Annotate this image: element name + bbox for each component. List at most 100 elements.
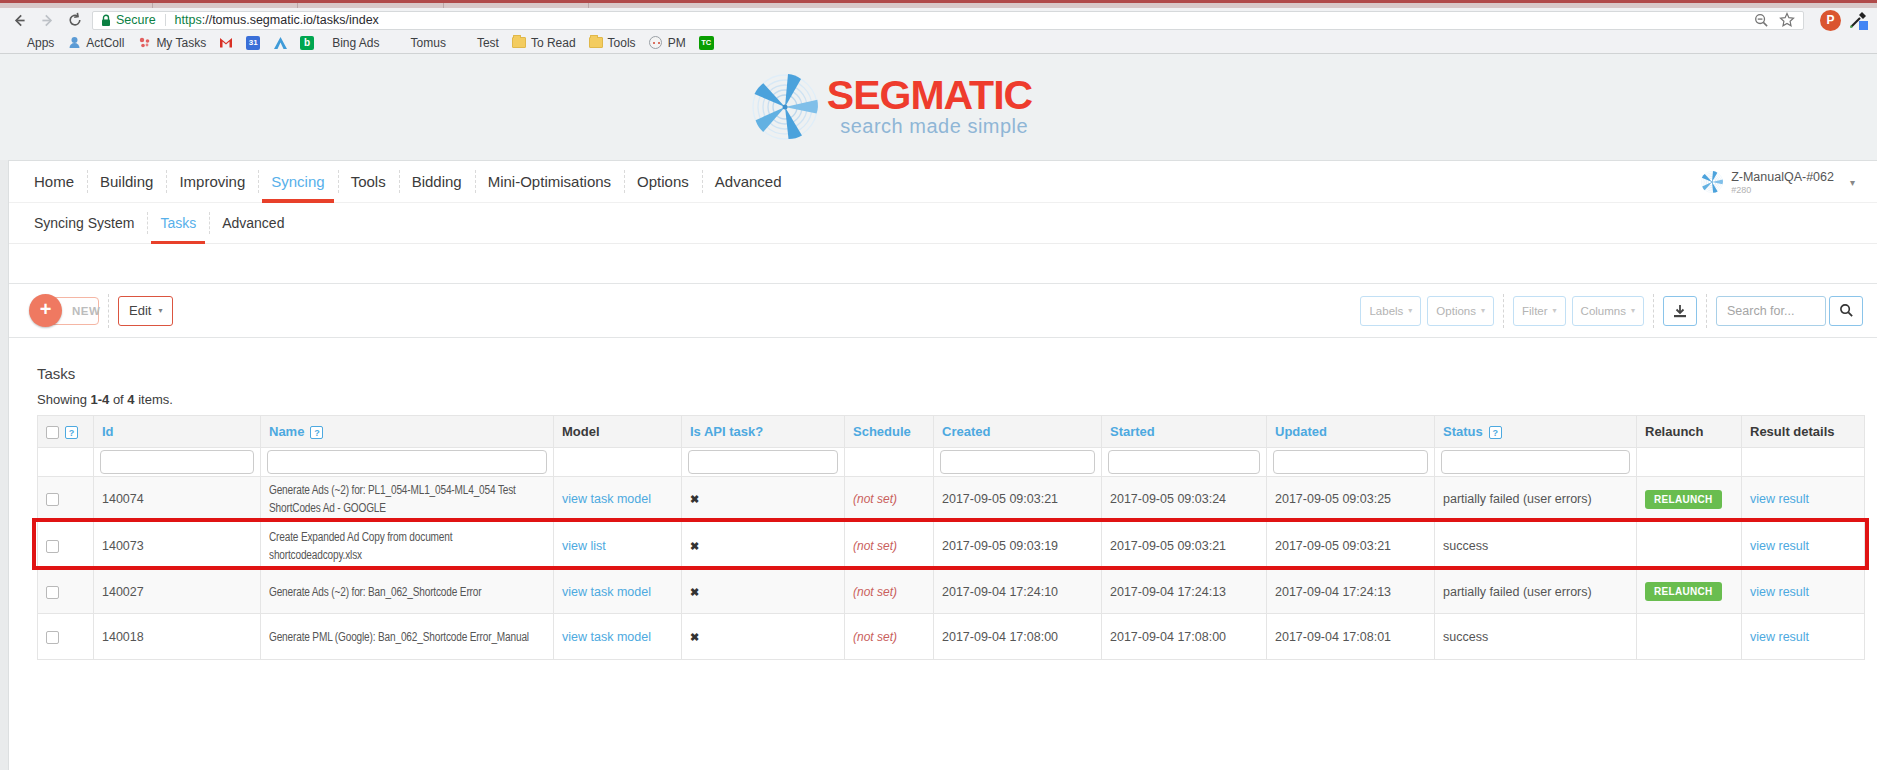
column-header-updated[interactable]: Updated	[1275, 424, 1327, 439]
column-header-status[interactable]: Status	[1443, 424, 1483, 439]
search-icon	[1839, 303, 1854, 318]
nav-tab-home[interactable]: Home	[21, 161, 87, 202]
nav-tab-building[interactable]: Building	[87, 161, 166, 202]
select-all-checkbox[interactable]	[46, 426, 59, 439]
task-row-140074[interactable]: 140074Generate Ads (~2) for: PL1_054-ML1…	[38, 477, 1865, 522]
bookmark-item[interactable]: 31	[246, 36, 260, 50]
column-header-started[interactable]: Started	[1110, 424, 1155, 439]
filter-input-api[interactable]	[688, 450, 838, 474]
filter-input-status[interactable]	[1441, 450, 1630, 474]
segmatic-logo[interactable]: SEGMATIC search made simple	[749, 71, 1032, 143]
column-header-created[interactable]: Created	[942, 424, 990, 439]
bookmark-item[interactable]: Apps	[8, 36, 54, 50]
address-bar[interactable]: Secure https://tomus.segmatic.io/tasks/i…	[92, 11, 1804, 30]
url-text: https://tomus.segmatic.io/tasks/index	[175, 13, 379, 27]
caret-down-icon: ▾	[158, 306, 162, 315]
columns-button[interactable]: Columns▾	[1572, 296, 1644, 326]
eyedropper-extension-icon[interactable]	[1847, 10, 1869, 30]
bookmark-item[interactable]: Tools	[589, 36, 636, 50]
bookmark-item[interactable]: PM	[649, 36, 686, 50]
relaunch-button[interactable]: RELAUNCH	[1645, 582, 1722, 601]
bookmark-item[interactable]: Bing Ads	[327, 36, 379, 50]
bookmark-item[interactable]	[219, 36, 233, 50]
bookmark-item[interactable]: To Read	[512, 36, 576, 50]
bookmark-item[interactable]: Tomus	[393, 36, 446, 50]
cell-schedule: (not set)	[853, 585, 897, 599]
model-link[interactable]: view list	[562, 539, 606, 553]
subnav-tab-advanced[interactable]: Advanced	[209, 203, 297, 243]
bookmark-item[interactable]: ActColl	[67, 36, 124, 50]
bookmark-item[interactable]: Test	[459, 36, 499, 50]
subnav-tab-tasks[interactable]: Tasks	[147, 203, 209, 243]
back-button[interactable]	[8, 10, 30, 30]
folder-icon	[512, 36, 526, 50]
task-row-140027[interactable]: 140027Generate Ads (~2) for: Ban_062_Sho…	[38, 570, 1865, 614]
reload-button[interactable]	[64, 10, 86, 30]
x-mark-icon: ✖	[690, 493, 699, 505]
bookmark-item[interactable]	[273, 36, 287, 50]
bookmark-star-icon[interactable]	[1779, 12, 1795, 28]
apps-grid-icon	[8, 36, 22, 50]
column-header-name[interactable]: Name	[269, 424, 304, 439]
filter-input-updated[interactable]	[1273, 450, 1428, 474]
edit-button[interactable]: Edit▾	[118, 296, 173, 326]
column-header-api[interactable]: Is API task?	[690, 424, 763, 439]
zoom-out-icon[interactable]	[1754, 13, 1769, 28]
help-icon[interactable]: ?	[65, 426, 78, 439]
column-header-id[interactable]: Id	[102, 424, 114, 439]
relaunch-button[interactable]: RELAUNCH	[1645, 490, 1722, 509]
cell-started: 2017-09-04 17:24:13	[1102, 570, 1267, 614]
forward-button[interactable]	[36, 10, 58, 30]
nav-tab-mini-optimisations[interactable]: Mini-Optimisations	[475, 161, 624, 202]
download-button[interactable]	[1663, 296, 1697, 326]
filter-button[interactable]: Filter▾	[1513, 296, 1566, 326]
search-button[interactable]	[1829, 296, 1863, 326]
row-checkbox[interactable]	[46, 631, 59, 644]
help-icon[interactable]: ?	[1489, 426, 1502, 439]
bookmark-item[interactable]: b	[300, 36, 314, 50]
task-row-140018[interactable]: 140018Generate PML (Google): Ban_062_Sho…	[38, 614, 1865, 660]
nav-tab-advanced[interactable]: Advanced	[702, 161, 795, 202]
user-widget[interactable]: Z-ManualQA-#062 #280 ▾	[1700, 161, 1855, 203]
filter-input-id[interactable]	[100, 450, 254, 474]
model-link[interactable]: view task model	[562, 492, 651, 506]
nav-tab-tools[interactable]: Tools	[338, 161, 399, 202]
bookmark-label: My Tasks	[156, 36, 206, 50]
extension-p-icon[interactable]: P	[1820, 10, 1841, 31]
task-row-140073[interactable]: 140073Create Expanded Ad Copy from docum…	[38, 522, 1865, 570]
labels-button[interactable]: Labels▾	[1360, 296, 1421, 326]
model-link[interactable]: view task model	[562, 630, 651, 644]
nav-tab-options[interactable]: Options	[624, 161, 702, 202]
new-button[interactable]: NEW +	[29, 294, 99, 328]
caret-down-icon: ▾	[1481, 306, 1485, 315]
nav-tab-syncing[interactable]: Syncing	[258, 161, 337, 202]
nav-tab-improving[interactable]: Improving	[166, 161, 258, 202]
cell-id: 140027	[94, 570, 261, 614]
download-icon	[1673, 304, 1687, 318]
row-checkbox[interactable]	[46, 540, 59, 553]
column-header-schedule[interactable]: Schedule	[853, 424, 911, 439]
nav-tab-bidding[interactable]: Bidding	[399, 161, 475, 202]
cell-started: 2017-09-04 17:08:00	[1102, 614, 1267, 660]
bookmark-item[interactable]: My Tasks	[137, 36, 206, 50]
bookmark-label: Test	[477, 36, 499, 50]
folder-icon	[589, 36, 603, 50]
result-link[interactable]: view result	[1750, 585, 1809, 599]
model-link[interactable]: view task model	[562, 585, 651, 599]
options-button[interactable]: Options▾	[1427, 296, 1494, 326]
row-checkbox[interactable]	[46, 586, 59, 599]
toolbar-separator	[1706, 294, 1707, 328]
result-link[interactable]: view result	[1750, 539, 1809, 553]
result-link[interactable]: view result	[1750, 492, 1809, 506]
subnav-tab-syncing-system[interactable]: Syncing System	[21, 203, 147, 243]
result-link[interactable]: view result	[1750, 630, 1809, 644]
help-icon[interactable]: ?	[310, 426, 323, 439]
search-input[interactable]	[1716, 296, 1826, 326]
lock-icon	[101, 14, 111, 27]
filter-input-started[interactable]	[1108, 450, 1260, 474]
filter-input-name[interactable]	[267, 450, 547, 474]
row-checkbox[interactable]	[46, 493, 59, 506]
bookmark-item[interactable]: TC	[699, 36, 714, 50]
cell-created: 2017-09-04 17:08:00	[934, 614, 1102, 660]
filter-input-created[interactable]	[940, 450, 1095, 474]
